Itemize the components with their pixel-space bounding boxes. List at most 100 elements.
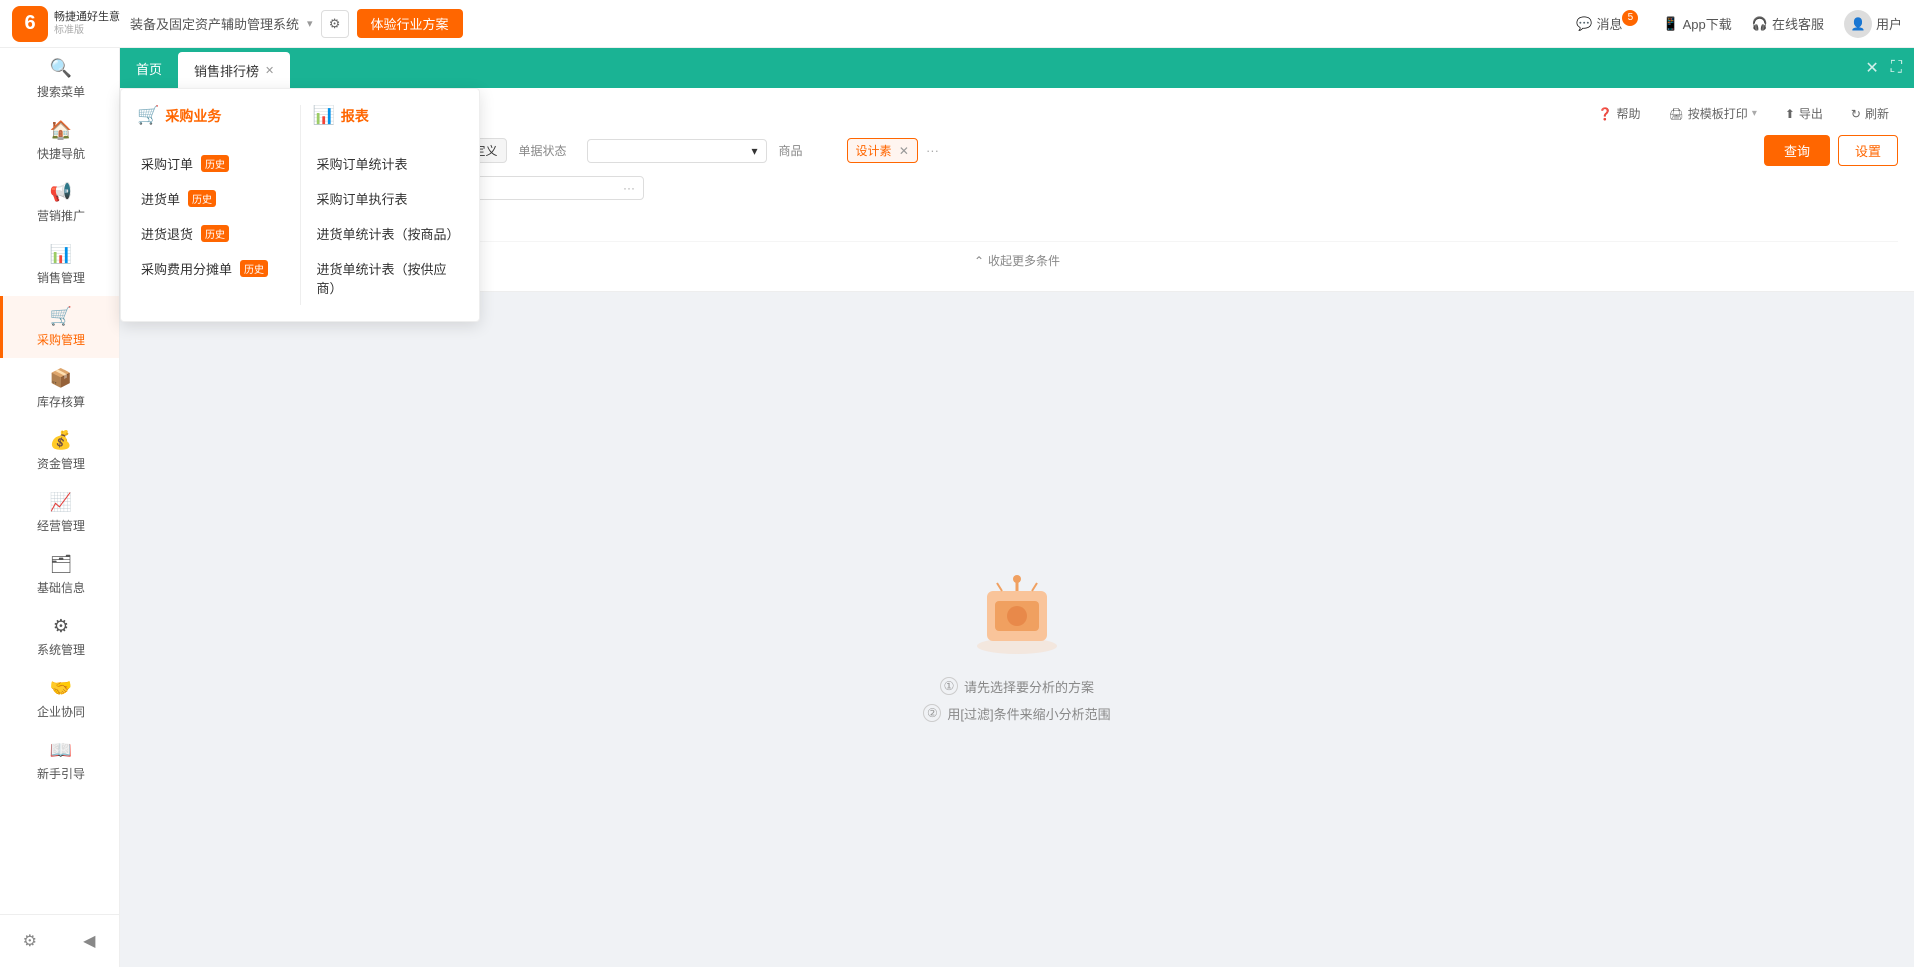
refresh-icon: ↻: [1851, 107, 1861, 121]
goods-more-dots[interactable]: ···: [926, 143, 939, 158]
salesperson-dots[interactable]: ···: [623, 181, 635, 195]
export-icon: ⬆: [1785, 107, 1795, 121]
logo: 6 畅捷通好生意 标准版: [12, 6, 122, 42]
tab-bar-actions: ✕ ⛶: [1861, 54, 1914, 82]
report-col: 📊 报表 采购订单统计表 采购订单执行表 进货单统计表（按商品） 进货单统计表（…: [313, 105, 464, 305]
report-section-icon: 📊: [313, 105, 335, 126]
dropdown-item-purchase-order[interactable]: 采购订单 历史: [137, 146, 288, 181]
doc-status-select[interactable]: ▾: [587, 139, 767, 163]
phone-icon: 📱: [1662, 16, 1678, 32]
corp-icon: 🤝: [50, 678, 72, 699]
basic-icon: 🗂: [50, 554, 73, 575]
export-button[interactable]: ⬆ 导出: [1776, 100, 1832, 127]
select-dropdown-icon: ▾: [752, 144, 758, 158]
messages-button[interactable]: 💬 消息 5: [1576, 14, 1642, 33]
history-tag-3: 历史: [240, 260, 268, 277]
report-col-header: 📊 报表: [313, 105, 464, 134]
logo-text: 畅捷通好生意 标准版: [54, 10, 120, 37]
purchase-col: 🛒 采购业务 采购订单 历史 进货单 历史 进货退货 历史 采购费用分摊单 历史: [137, 105, 288, 305]
funds-icon: 💰: [50, 430, 72, 451]
empty-illustration: [957, 561, 1077, 661]
hint-1: ① 请先选择要分析的方案: [940, 677, 1094, 696]
tab-bar: 首页 销售排行榜 ✕ ✕ ⛶: [120, 48, 1914, 88]
sidebar-item-corp[interactable]: 🤝 企业协同: [0, 668, 119, 730]
salesperson-select[interactable]: ···: [464, 176, 644, 200]
print-icon: 🖨: [1669, 107, 1684, 121]
topbar-settings-button[interactable]: ⚙: [321, 10, 349, 38]
guide-icon: 📖: [50, 740, 72, 761]
toolbar-right: ❓ 帮助 🖨 按模板打印 ▾ ⬆ 导出 ↻ 刷新: [1589, 100, 1898, 127]
sidebar-item-inventory[interactable]: 📦 库存核算: [0, 358, 119, 420]
sidebar-item-marketing[interactable]: 📢 营销推广: [0, 172, 119, 234]
sidebar-item-system[interactable]: ⚙ 系统管理: [0, 606, 119, 668]
sidebar: 🔍 搜索菜单 🏠 快捷导航 📢 营销推广 📊 销售管理 🛒 采购管理 📦 库存核…: [0, 48, 120, 967]
print-dropdown-icon[interactable]: ▾: [1752, 108, 1757, 119]
search-icon: 🔍: [50, 58, 72, 79]
system-title: 装备及固定资产辅助管理系统: [130, 14, 299, 33]
dropdown-item-goods-receipt[interactable]: 进货单 历史: [137, 181, 288, 216]
home-icon: 🏠: [50, 120, 72, 141]
message-badge: 5: [1622, 10, 1638, 26]
marketing-icon: 📢: [50, 182, 72, 203]
sidebar-item-nav[interactable]: 🏠 快捷导航: [0, 110, 119, 172]
message-icon: 💬: [1576, 16, 1592, 32]
operation-icon: 📈: [50, 492, 72, 513]
purchase-icon: 🛒: [50, 306, 72, 327]
user-menu[interactable]: 👤 用户: [1844, 10, 1902, 38]
tab-close-icon[interactable]: ✕: [265, 64, 274, 77]
empty-state: ① 请先选择要分析的方案 ② 用[过滤]条件来缩小分析范围: [120, 292, 1914, 967]
history-tag-1: 历史: [188, 190, 216, 207]
tab-close-button[interactable]: ✕: [1861, 54, 1882, 82]
topbar-right: 💬 消息 5 📱 App下载 🎧 在线客服 👤 用户: [1576, 10, 1902, 38]
help-button[interactable]: ❓ 帮助: [1589, 100, 1650, 127]
sidebar-item-guide[interactable]: 📖 新手引导: [0, 730, 119, 792]
settings-button[interactable]: 设置: [1838, 135, 1898, 166]
app-download-button[interactable]: 📱 App下载: [1662, 14, 1731, 33]
goods-tag[interactable]: 设计素 ✕: [847, 138, 918, 163]
goods-tag-close[interactable]: ✕: [899, 144, 909, 158]
refresh-button[interactable]: ↻ 刷新: [1842, 100, 1898, 127]
purchase-section-icon: 🛒: [137, 105, 159, 126]
dropdown-item-po-stats[interactable]: 采购订单统计表: [313, 146, 464, 181]
sidebar-item-purchase[interactable]: 🛒 采购管理: [0, 296, 119, 358]
query-button[interactable]: 查询: [1764, 135, 1830, 166]
avatar: 👤: [1844, 10, 1872, 38]
system-title-dropdown-icon[interactable]: ▾: [307, 17, 313, 30]
system-icon: ⚙: [53, 616, 69, 637]
sidebar-item-sales[interactable]: 📊 销售管理: [0, 234, 119, 296]
tab-expand-button[interactable]: ⛶: [1887, 55, 1906, 81]
dropdown-item-po-exec[interactable]: 采购订单执行表: [313, 181, 464, 216]
doc-status-filter: 单据状态 ▾: [519, 139, 767, 163]
system-title-area: 装备及固定资产辅助管理系统 ▾ ⚙ 体验行业方案: [130, 9, 1576, 38]
empty-svg: [957, 561, 1077, 661]
dropdown-columns: 🛒 采购业务 采购订单 历史 进货单 历史 进货退货 历史 采购费用分摊单 历史: [137, 105, 463, 305]
dropdown-item-goods-by-supplier[interactable]: 进货单统计表（按供应商）: [313, 251, 464, 305]
sidebar-settings-button[interactable]: ⚙: [14, 925, 46, 957]
sidebar-item-operation[interactable]: 📈 经营管理: [0, 482, 119, 544]
print-button[interactable]: 🖨 按模板打印 ▾: [1660, 100, 1766, 127]
collapse-up-icon: ⌃: [974, 254, 984, 268]
purchase-dropdown-menu: 🛒 采购业务 采购订单 历史 进货单 历史 进货退货 历史 采购费用分摊单 历史: [120, 88, 480, 322]
sidebar-item-funds[interactable]: 💰 资金管理: [0, 420, 119, 482]
dropdown-item-purchase-expense[interactable]: 采购费用分摊单 历史: [137, 251, 288, 286]
history-tag-2: 历史: [201, 225, 229, 242]
history-tag-0: 历史: [201, 155, 229, 172]
inventory-icon: 📦: [50, 368, 72, 389]
goods-tag-area: 设计素 ✕ ···: [847, 138, 939, 163]
sales-icon: 📊: [50, 244, 72, 265]
tab-home[interactable]: 首页: [120, 48, 178, 88]
sidebar-item-basic[interactable]: 🗂 基础信息: [0, 544, 119, 606]
tab-sales-rank[interactable]: 销售排行榜 ✕: [178, 52, 290, 88]
logo-icon: 6: [12, 6, 48, 42]
help-icon: ❓: [1598, 107, 1613, 121]
goods-filter: 商品 设计素 ✕ ···: [779, 138, 939, 163]
dropdown-item-goods-by-product[interactable]: 进货单统计表（按商品）: [313, 216, 464, 251]
sidebar-item-search[interactable]: 🔍 搜索菜单: [0, 48, 119, 110]
dropdown-item-goods-return[interactable]: 进货退货 历史: [137, 216, 288, 251]
action-buttons: 查询 设置: [1764, 135, 1898, 166]
online-service-button[interactable]: 🎧 在线客服: [1752, 14, 1824, 33]
industry-button[interactable]: 体验行业方案: [357, 9, 463, 38]
sidebar-collapse-button[interactable]: ◀: [73, 925, 105, 957]
purchase-col-header: 🛒 采购业务: [137, 105, 288, 134]
topbar: 6 畅捷通好生意 标准版 装备及固定资产辅助管理系统 ▾ ⚙ 体验行业方案 💬 …: [0, 0, 1914, 48]
